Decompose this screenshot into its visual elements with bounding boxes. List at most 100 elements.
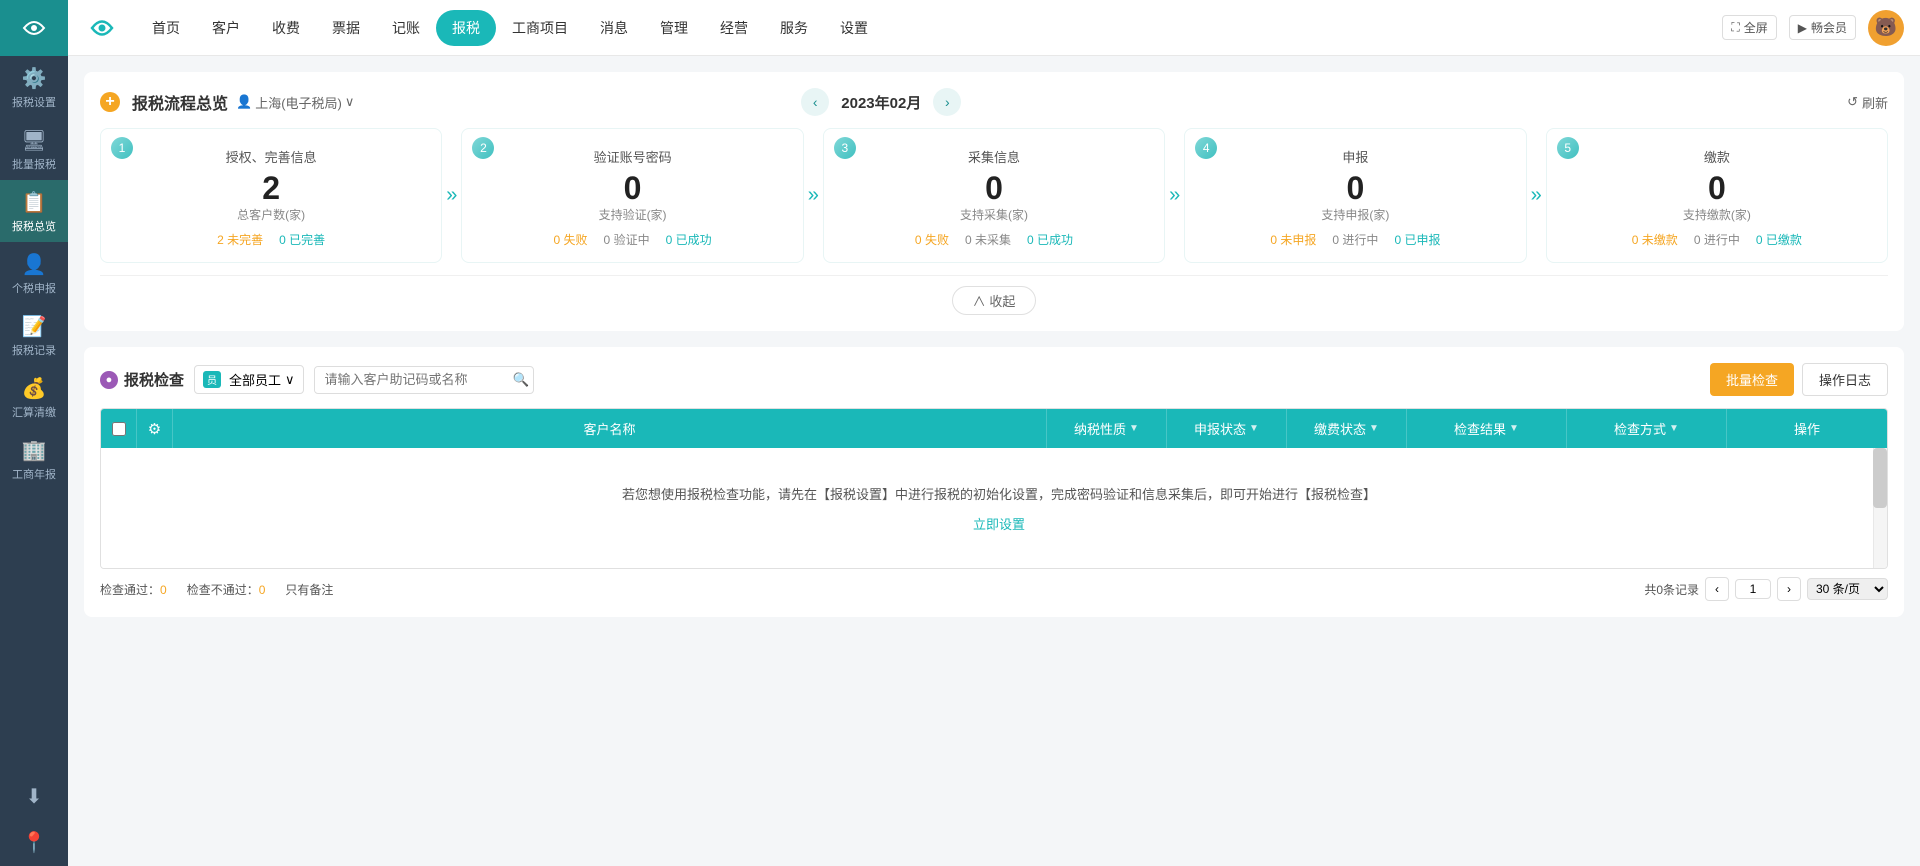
nav-customer[interactable]: 客户	[196, 10, 256, 46]
step-stat-ok-5: 0 已缴款	[1756, 231, 1802, 248]
batch-check-button[interactable]: 批量检查	[1710, 363, 1794, 396]
step-sub-4: 支持申报(家)	[1197, 206, 1513, 223]
nav-tax[interactable]: 报税	[436, 10, 496, 46]
nav-settings[interactable]: 设置	[824, 10, 884, 46]
fail-count-link[interactable]: 0	[259, 583, 266, 597]
step-stat-ok-4: 0 已申报	[1394, 231, 1440, 248]
sidebar-item-batch-tax[interactable]: 🖥 批量报税	[0, 118, 68, 180]
pagination: 共0条记录 ‹ › 30 条/页 50 条/页 100 条/页	[1644, 577, 1888, 601]
filter-icon-tax-nature[interactable]: ▼	[1129, 423, 1139, 434]
filter-icon-declare[interactable]: ▼	[1249, 423, 1259, 434]
step-stat-mid-3: 0 未采集	[965, 231, 1011, 248]
step-stat-mid-4: 0 进行中	[1332, 231, 1378, 248]
step-card-2: 2 验证账号密码 0 支持验证(家) 0 失败 0 验证中 0 已成功	[461, 128, 803, 263]
op-log-button[interactable]: 操作日志	[1802, 363, 1888, 396]
arrow-2: »	[804, 128, 823, 263]
filter-icon-pay[interactable]: ▼	[1369, 423, 1379, 434]
step-num-1: 1	[111, 137, 133, 159]
nav-right: ⛶ 全屏 ▶ 畅会员 🐻	[1722, 10, 1904, 46]
sidebar-item-tax-records[interactable]: 📝 报税记录	[0, 304, 68, 366]
nav-message[interactable]: 消息	[584, 10, 644, 46]
customer-search-box: 🔍	[314, 366, 534, 394]
step-stats-4: 0 未申报 0 进行中 0 已申报	[1197, 231, 1513, 248]
nav-operation[interactable]: 经营	[704, 10, 764, 46]
overview-title: 报税流程总览	[132, 90, 228, 114]
next-month-button[interactable]: ›	[933, 88, 961, 116]
sidebar-item-business-annual[interactable]: 🏢 工商年报	[0, 428, 68, 490]
scroll-thumb[interactable]	[1873, 448, 1887, 508]
check-table: ⚙ 客户名称 纳税性质 ▼ 申报状态 ▼	[100, 408, 1888, 569]
prev-month-button[interactable]: ‹	[801, 88, 829, 116]
th-operation: 操作	[1727, 409, 1887, 448]
user-avatar[interactable]: 🐻	[1868, 10, 1904, 46]
arrow-4: »	[1527, 128, 1546, 263]
setup-link[interactable]: 立即设置	[973, 514, 1025, 533]
search-button[interactable]: 🔍	[505, 367, 534, 393]
th-tax-nature: 纳税性质 ▼	[1047, 409, 1167, 448]
collapse-section: ∧ 收起	[100, 275, 1888, 315]
collapse-icon: ∧	[973, 294, 986, 309]
app-logo[interactable]	[0, 0, 68, 56]
employee-selector[interactable]: 员 全部员工 ∨	[194, 365, 304, 394]
step-stat-fail-1: 2 未完善	[217, 231, 263, 248]
customer-search-input[interactable]	[315, 367, 505, 392]
prev-page-button[interactable]: ‹	[1705, 577, 1729, 601]
step-card-3: 3 采集信息 0 支持采集(家) 0 失败 0 未采集 0 已成功	[823, 128, 1165, 263]
chevron-down-icon: ∨	[345, 94, 355, 110]
filter-icon-method[interactable]: ▼	[1669, 423, 1679, 434]
nav-home[interactable]: 首页	[136, 10, 196, 46]
steps-row: 1 授权、完善信息 2 总客户数(家) 2 未完善 0 已完善 » 2 验证账号…	[100, 128, 1888, 263]
step-stat-fail-4: 0 未申报	[1270, 231, 1316, 248]
step-card-4: 4 申报 0 支持申报(家) 0 未申报 0 进行中 0 已申报	[1184, 128, 1526, 263]
sidebar-item-personal-tax[interactable]: 👤 个税申报	[0, 242, 68, 304]
step-count-3: 0	[836, 172, 1152, 204]
pass-count-link[interactable]: 0	[160, 583, 167, 597]
check-card: ● 报税检查 员 全部员工 ∨ 🔍 批量检查 操作日志	[84, 347, 1904, 617]
batch-tax-icon: 🖥	[21, 128, 46, 153]
sidebar-item-tax-overview[interactable]: 📋 报税总览	[0, 180, 68, 242]
page-size-selector[interactable]: 30 条/页 50 条/页 100 条/页	[1807, 578, 1888, 600]
location-selector[interactable]: 👤 上海(电子税局) ∨	[236, 93, 354, 112]
top-navigation: 首页 客户 收费 票据 记账 报税 工商项目 消息 管理 经营 服务 设置 ⛶ …	[68, 0, 1920, 56]
filter-icon-result[interactable]: ▼	[1509, 423, 1519, 434]
select-all-checkbox[interactable]	[112, 422, 126, 436]
check-title: ● 报税检查	[100, 369, 184, 390]
nav-accounting[interactable]: 记账	[376, 10, 436, 46]
nav-business[interactable]: 工商项目	[496, 10, 584, 46]
sidebar-item-tax-settings[interactable]: ⚙️ 报税设置	[0, 56, 68, 118]
nav-items: 首页 客户 收费 票据 记账 报税 工商项目 消息 管理 经营 服务 设置	[136, 10, 1722, 46]
nav-fee[interactable]: 收费	[256, 10, 316, 46]
member-button[interactable]: ▶ 畅会员	[1789, 15, 1856, 40]
chevron-down-icon: ∨	[285, 372, 295, 388]
step-stat-ok-3: 0 已成功	[1027, 231, 1073, 248]
fullscreen-button[interactable]: ⛶ 全屏	[1722, 15, 1776, 40]
collapse-button[interactable]: ∧ 收起	[952, 286, 1037, 315]
next-page-button[interactable]: ›	[1777, 577, 1801, 601]
sidebar-item-annual-tax[interactable]: 💰 汇算清缴	[0, 366, 68, 428]
th-declare-status: 申报状态 ▼	[1167, 409, 1287, 448]
total-records: 共0条记录	[1644, 581, 1699, 598]
step-sub-5: 支持缴款(家)	[1559, 206, 1875, 223]
step-sub-3: 支持采集(家)	[836, 206, 1152, 223]
empty-message: 若您想使用报税检查功能，请先在【报税设置】中进行报税的初始化设置，完成密码验证和…	[622, 483, 1376, 506]
table-footer: 检查通过：0 检查不通过：0 只有备注 共0条记录 ‹ › 30 条/页 50 …	[100, 569, 1888, 601]
step-stats-5: 0 未缴款 0 进行中 0 已缴款	[1559, 231, 1875, 248]
sidebar-item-location[interactable]: 📍	[0, 820, 68, 866]
nav-management[interactable]: 管理	[644, 10, 704, 46]
nav-invoice[interactable]: 票据	[316, 10, 376, 46]
table-gear-icon[interactable]: ⚙	[148, 420, 161, 438]
step-title-5: 缴款	[1559, 147, 1875, 166]
step-card-1: 1 授权、完善信息 2 总客户数(家) 2 未完善 0 已完善	[100, 128, 442, 263]
business-annual-icon: 🏢	[22, 438, 47, 463]
th-pay-status: 缴费状态 ▼	[1287, 409, 1407, 448]
note-label: 只有备注	[285, 581, 333, 598]
nav-service[interactable]: 服务	[764, 10, 824, 46]
step-count-5: 0	[1559, 172, 1875, 204]
refresh-button[interactable]: ↺ 刷新	[1847, 93, 1888, 112]
sidebar-item-download[interactable]: ⬇	[0, 774, 68, 820]
tax-overview-icon: 📋	[22, 190, 47, 215]
download-icon: ⬇	[26, 784, 43, 809]
person-icon: 👤	[236, 94, 252, 110]
step-stats-3: 0 失败 0 未采集 0 已成功	[836, 231, 1152, 248]
page-input[interactable]	[1735, 579, 1771, 599]
